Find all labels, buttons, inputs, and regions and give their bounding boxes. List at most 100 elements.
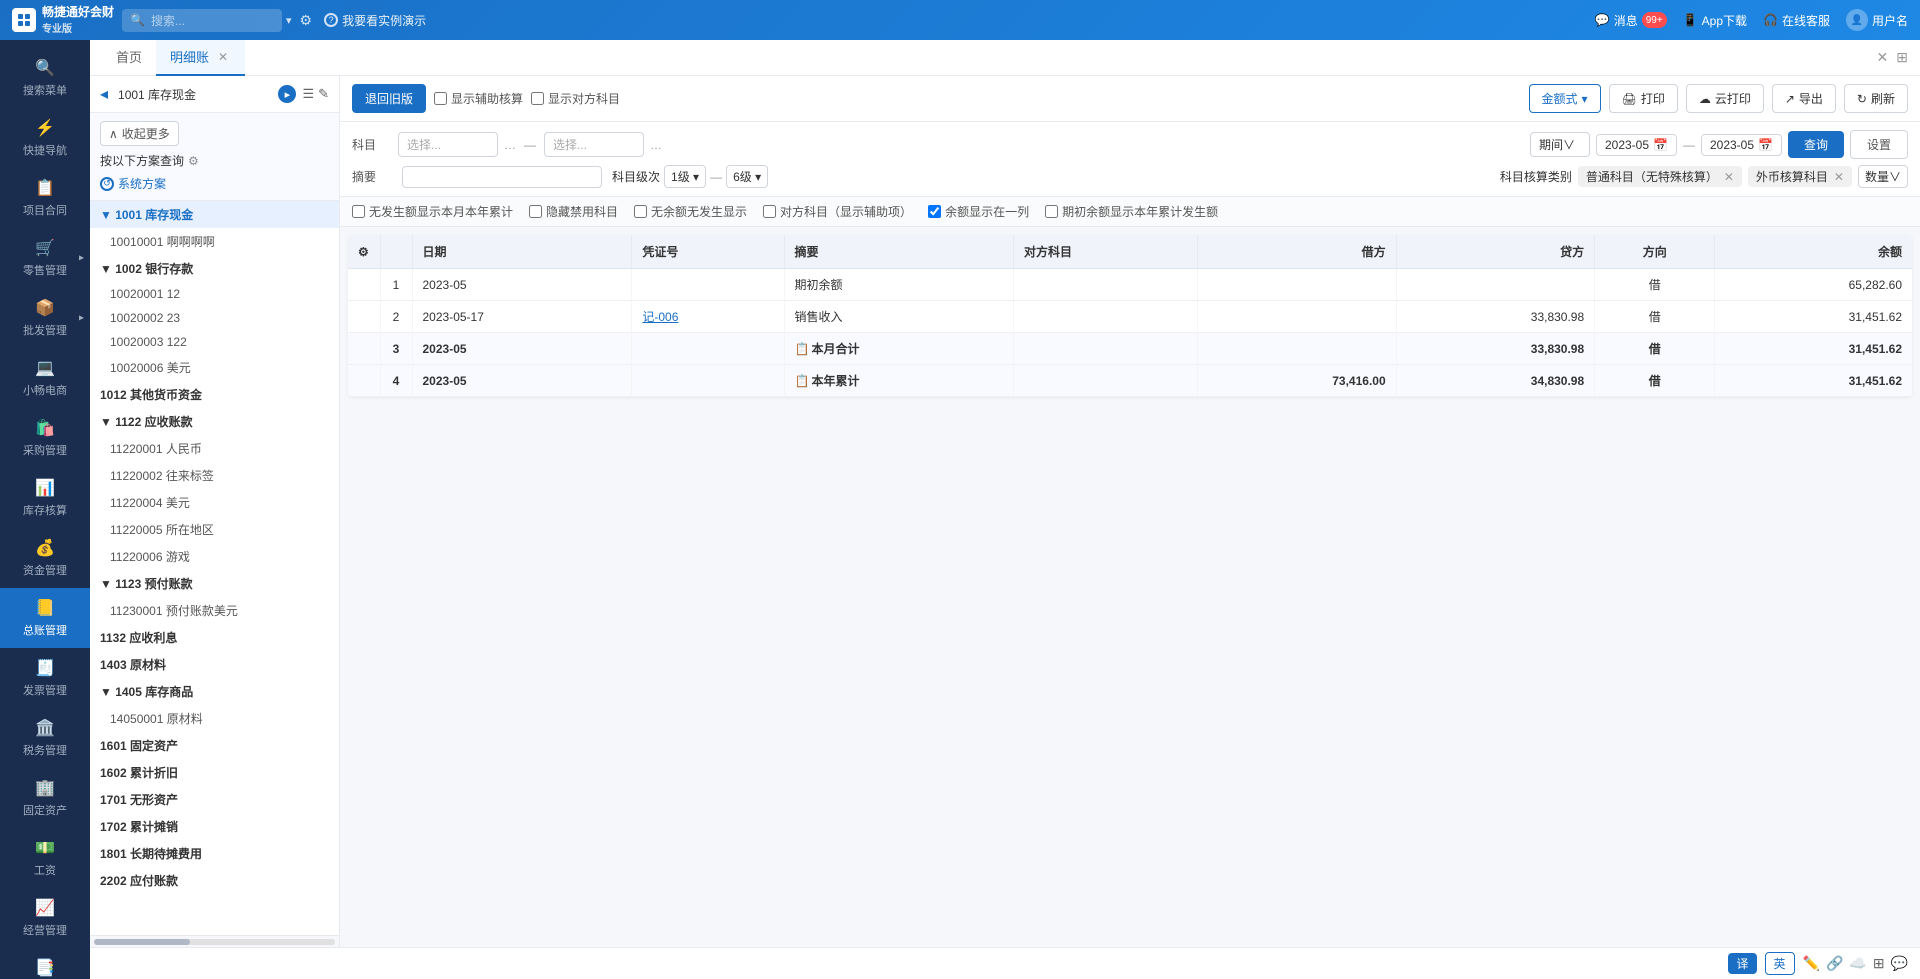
summary-input[interactable] xyxy=(402,166,602,188)
account-item-1601[interactable]: 1601 固定资产 xyxy=(90,732,339,759)
subject-from-input[interactable]: 选择... xyxy=(398,132,498,157)
account-item-1403[interactable]: 1403 原材料 xyxy=(90,651,339,678)
tab-ledger[interactable]: 明细账 ✕ xyxy=(156,40,245,76)
account-item-1122[interactable]: ▼ 1122 应收账款 xyxy=(90,408,339,435)
account-item-1012[interactable]: 1012 其他货币资金 xyxy=(90,381,339,408)
export-btn[interactable]: ↗ 导出 xyxy=(1772,84,1836,113)
subject-to-input[interactable]: 选择... xyxy=(544,132,644,157)
account-item-11220005[interactable]: 11220005 所在地区 xyxy=(90,516,339,543)
account-item-10020006[interactable]: 10020006 美元 xyxy=(90,354,339,381)
show-aux-input[interactable] xyxy=(434,92,447,105)
account-item-1602[interactable]: 1602 累计折旧 xyxy=(90,759,339,786)
filter-gear-icon[interactable]: ⚙ xyxy=(188,154,199,168)
row-voucher[interactable]: 记-006 xyxy=(632,301,784,333)
sidebar-item-tax[interactable]: 🏛️ 税务管理 xyxy=(0,708,90,768)
nav-prev-btn[interactable]: ◂ xyxy=(100,84,108,104)
show-contra-checkbox[interactable]: 显示对方科目 xyxy=(531,90,620,107)
sidebar-item-salary[interactable]: 💵 工资 xyxy=(0,828,90,888)
sidebar-item-operations[interactable]: 📈 经营管理 xyxy=(0,888,90,948)
cloud-icon[interactable]: ☁️ xyxy=(1849,955,1866,972)
show-contra-input[interactable] xyxy=(531,92,544,105)
account-item-11220002[interactable]: 11220002 往来标签 xyxy=(90,462,339,489)
tab-home[interactable]: 首页 xyxy=(102,40,156,76)
account-item-10010001[interactable]: 10010001 啊啊啊啊 xyxy=(90,228,339,255)
option-no-balance[interactable]: 无余额无发生显示 xyxy=(634,203,747,220)
sidebar-item-invoice[interactable]: 🧾 发票管理 xyxy=(0,648,90,708)
filter-settings-btn[interactable]: 设置 xyxy=(1850,130,1908,159)
account-item-14050001[interactable]: 14050001 原材料 xyxy=(90,705,339,732)
refresh-btn[interactable]: ↻ 刷新 xyxy=(1844,84,1908,113)
link-icon[interactable]: 🔗 xyxy=(1826,955,1843,972)
option-balance-one-col[interactable]: 余额显示在一列 xyxy=(928,203,1029,220)
horizontal-scrollbar[interactable] xyxy=(94,939,335,945)
check-tag-3[interactable]: 数量∨ xyxy=(1858,165,1908,188)
account-item-10020003[interactable]: 10020003 122 xyxy=(90,330,339,354)
option-hide-disabled[interactable]: 隐藏禁用科目 xyxy=(529,203,618,220)
account-item-1405[interactable]: ▼ 1405 库存商品 xyxy=(90,678,339,705)
account-item-1801[interactable]: 1801 长期待摊费用 xyxy=(90,840,339,867)
tab-ledger-close[interactable]: ✕ xyxy=(215,49,231,65)
top-search-box[interactable]: 🔍 搜索... xyxy=(122,9,282,32)
message-button[interactable]: 💬 消息 99+ xyxy=(1595,12,1667,29)
sidebar-item-ledger[interactable]: 📒 总账管理 xyxy=(0,588,90,648)
option-contra-subject[interactable]: 对方科目（显示辅助项） xyxy=(763,203,912,220)
list-icon[interactable]: ☰ xyxy=(302,86,314,102)
nav-next-btn[interactable]: ▸ xyxy=(278,85,296,103)
translate-icon[interactable]: 译 xyxy=(1728,953,1756,974)
tab-more-btn[interactable]: ⊞ xyxy=(1896,49,1908,66)
check-tag-1-close[interactable]: ✕ xyxy=(1724,170,1734,184)
account-item-11220001[interactable]: 11220001 人民币 xyxy=(90,435,339,462)
sidebar-item-ecommerce[interactable]: 💻 小畅电商 xyxy=(0,348,90,408)
account-item-1001[interactable]: ▼ 1001 库存现金 xyxy=(90,201,339,228)
level-to-select[interactable]: 6级 ▾ xyxy=(726,165,768,188)
app-download-button[interactable]: 📱 App下载 xyxy=(1683,12,1747,29)
period-from-input[interactable]: 2023-05 📅 xyxy=(1596,134,1677,156)
search-dropdown-icon[interactable]: ▾ xyxy=(286,14,292,27)
account-item-1002[interactable]: ▼ 1002 银行存款 xyxy=(90,255,339,282)
sidebar-item-project[interactable]: 📋 项目合同 xyxy=(0,168,90,228)
account-item-1132[interactable]: 1132 应收利息 xyxy=(90,624,339,651)
tab-close-all-btn[interactable]: ✕ xyxy=(1877,49,1889,66)
account-item-11220004[interactable]: 11220004 美元 xyxy=(90,489,339,516)
cloud-print-btn[interactable]: ☁ 云打印 xyxy=(1686,84,1764,113)
voucher-link[interactable]: 记-006 xyxy=(642,310,678,324)
option-beginning-balance[interactable]: 期初余额显示本年累计发生额 xyxy=(1045,203,1218,220)
grid-icon[interactable]: ⊞ xyxy=(1873,955,1885,972)
user-menu[interactable]: 👤 用户名 xyxy=(1846,9,1908,31)
option-contra-subject-input[interactable] xyxy=(763,205,776,218)
edit-icon[interactable]: ✎ xyxy=(318,86,329,102)
account-item-11230001[interactable]: 11230001 预付账款美元 xyxy=(90,597,339,624)
sidebar-item-reports[interactable]: 📑 小畅报销 xyxy=(0,948,90,979)
lang-button[interactable]: 英 xyxy=(1765,952,1795,975)
sidebar-item-inventory[interactable]: 📊 库存核算 xyxy=(0,468,90,528)
check-tag-1[interactable]: 普通科目（无特殊核算） ✕ xyxy=(1578,166,1742,187)
option-no-balance-input[interactable] xyxy=(634,205,647,218)
sidebar-item-wholesale[interactable]: 📦 批发管理 xyxy=(0,288,90,348)
sidebar-item-search[interactable]: 🔍 搜索菜单 xyxy=(0,48,90,108)
account-item-10020001[interactable]: 10020001 12 xyxy=(90,282,339,306)
option-beginning-balance-input[interactable] xyxy=(1045,205,1058,218)
online-service-button[interactable]: 🎧 在线客服 xyxy=(1763,12,1830,29)
account-item-10020002[interactable]: 10020002 23 xyxy=(90,306,339,330)
collapse-more-btn[interactable]: ∧ 收起更多 xyxy=(100,121,179,146)
amount-format-btn[interactable]: 金额式 ▾ xyxy=(1529,84,1601,113)
account-item-1702[interactable]: 1702 累计摊销 xyxy=(90,813,339,840)
print-btn[interactable]: 🖨 打印 xyxy=(1609,84,1678,113)
return-old-btn[interactable]: 退回旧版 xyxy=(352,84,426,113)
account-item-2202[interactable]: 2202 应付账款 xyxy=(90,867,339,894)
account-item-11220006[interactable]: 11220006 游戏 xyxy=(90,543,339,570)
account-item-1123[interactable]: ▼ 1123 预付账款 xyxy=(90,570,339,597)
sidebar-item-assets[interactable]: 🏢 固定资产 xyxy=(0,768,90,828)
check-tag-2[interactable]: 外币核算科目 ✕ xyxy=(1748,166,1852,187)
sidebar-item-retail[interactable]: 🛒 零售管理 xyxy=(0,228,90,288)
level-from-select[interactable]: 1级 ▾ xyxy=(664,165,706,188)
option-no-balance-month-input[interactable] xyxy=(352,205,365,218)
option-balance-one-col-input[interactable] xyxy=(928,205,941,218)
sidebar-item-purchase[interactable]: 🛍️ 采购管理 xyxy=(0,408,90,468)
account-item-1701[interactable]: 1701 无形资产 xyxy=(90,786,339,813)
period-type-select[interactable]: 期间∨ xyxy=(1530,132,1590,157)
option-no-balance-month[interactable]: 无发生额显示本月本年累计 xyxy=(352,203,513,220)
system-scheme-btn[interactable]: ↺ 系统方案 xyxy=(100,175,166,192)
period-to-input[interactable]: 2023-05 📅 xyxy=(1701,134,1782,156)
query-btn[interactable]: 查询 xyxy=(1788,131,1844,158)
